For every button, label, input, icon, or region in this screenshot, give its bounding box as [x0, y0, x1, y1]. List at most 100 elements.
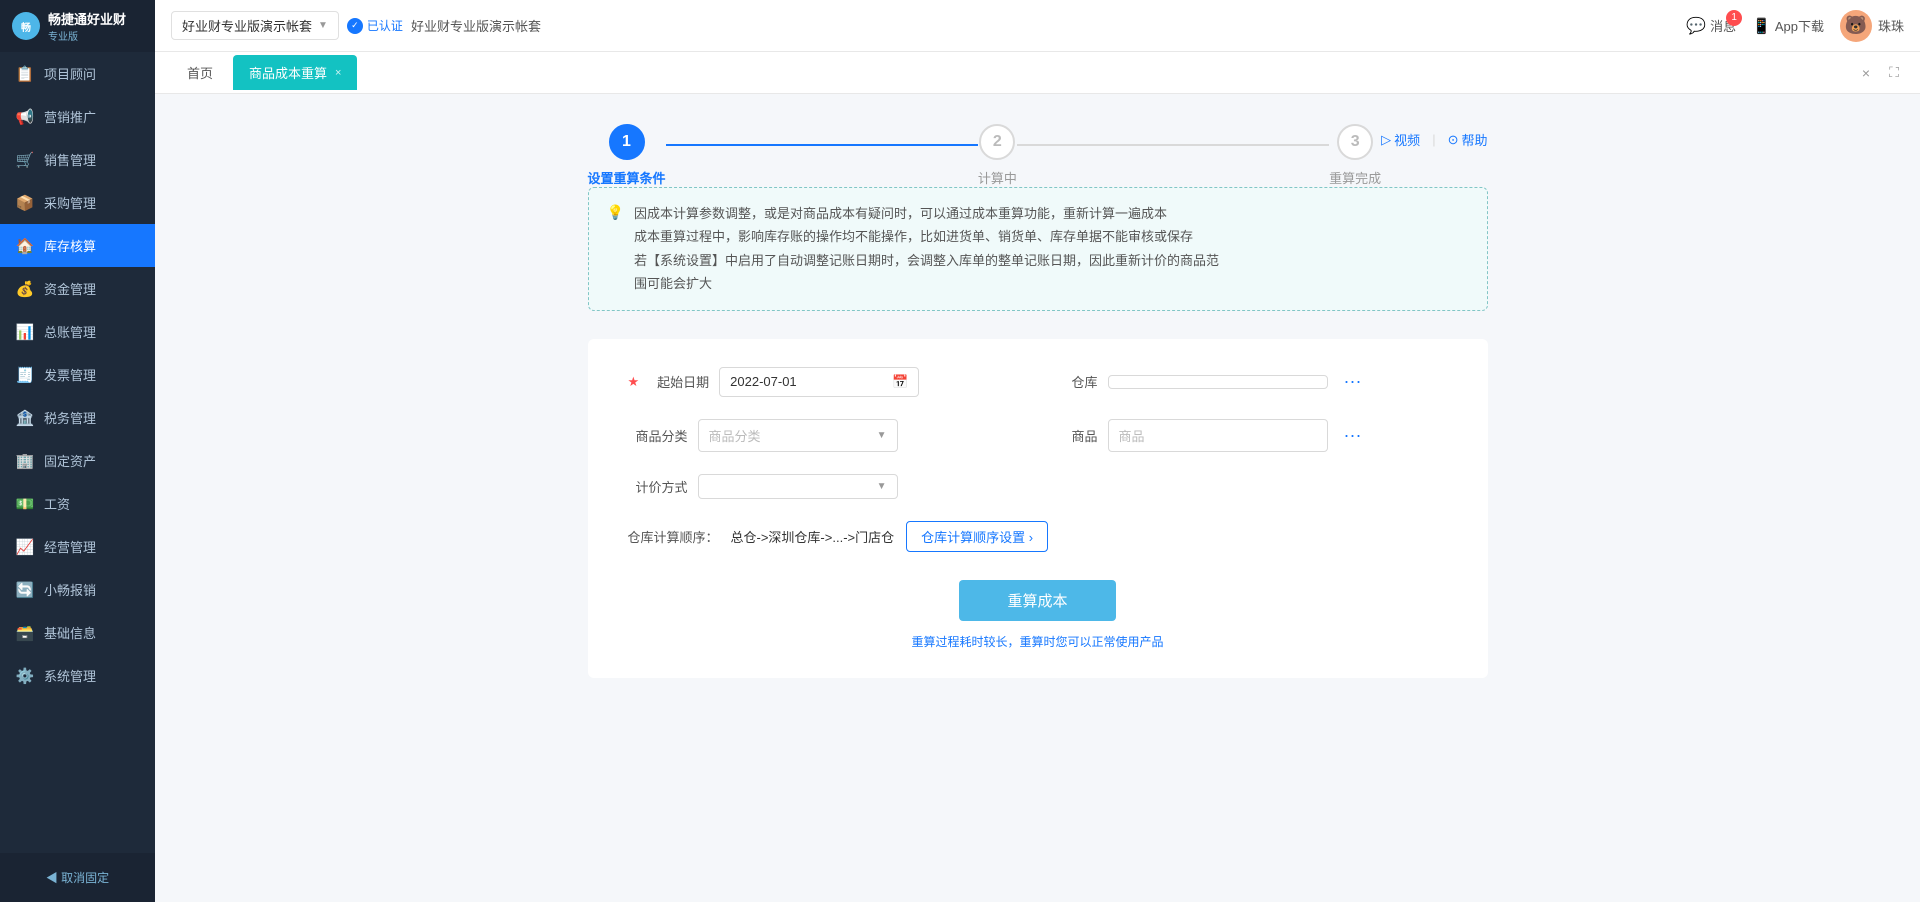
sidebar-item-marketing[interactable]: 📢 营销推广 — [0, 95, 155, 138]
price-method-field: 计价方式 ▼ — [628, 474, 1448, 499]
stepper-steps: 1 设置重算条件 2 计算中 3 重算完成 — [588, 124, 1382, 187]
sidebar-label-expense: 小畅报销 — [44, 580, 96, 599]
sidebar-icon-invoice: 🧾 — [16, 366, 34, 384]
content-area: 1 设置重算条件 2 计算中 3 重算完成 — [155, 94, 1920, 902]
cancel-fixed-button[interactable]: ◀ 取消固定 — [0, 861, 155, 894]
sidebar-label-invoice: 发票管理 — [44, 365, 96, 384]
sidebar-item-accounting[interactable]: 📊 总账管理 — [0, 310, 155, 353]
sidebar-item-purchase[interactable]: 📦 采购管理 — [0, 181, 155, 224]
close-window-button[interactable]: × — [1856, 63, 1876, 83]
sidebar-label-purchase: 采购管理 — [44, 193, 96, 212]
sidebar-item-invoice[interactable]: 🧾 发票管理 — [0, 353, 155, 396]
category-select[interactable]: 商品分类 ▼ — [698, 419, 898, 452]
recalc-cost-button[interactable]: 重算成本 — [959, 580, 1115, 621]
step-1-label: 设置重算条件 — [588, 168, 666, 187]
sidebar-icon-inventory: 🏠 — [16, 237, 34, 255]
sidebar-icon-sales: 🛒 — [16, 151, 34, 169]
step-3-circle: 3 — [1337, 124, 1373, 160]
tab-cost-recalc[interactable]: 商品成本重算 × — [233, 55, 357, 90]
tab-close-icon[interactable]: × — [335, 67, 341, 79]
start-date-field: ★ 起始日期 2022-07-01 📅 — [628, 367, 1038, 397]
notice-text: 因成本计算参数调整，或是对商品成本有疑问时，可以通过成本重算功能，重新计算一遍成… — [634, 202, 1219, 296]
sidebar-label-accounting: 总账管理 — [44, 322, 96, 341]
user-profile[interactable]: 🐻 珠珠 — [1840, 10, 1904, 42]
sidebar-item-inventory[interactable]: 🏠 库存核算 — [0, 224, 155, 267]
sidebar-icon-project: 📋 — [16, 65, 34, 83]
price-method-select[interactable]: ▼ — [698, 474, 898, 499]
sidebar-label-system: 系统管理 — [44, 666, 96, 685]
sidebar-icon-accounting: 📊 — [16, 323, 34, 341]
sidebar-label-project: 项目顾问 — [44, 64, 96, 83]
sidebar-label-basic: 基础信息 — [44, 623, 96, 642]
category-field: 商品分类 商品分类 ▼ — [628, 419, 1038, 452]
form-row-1: ★ 起始日期 2022-07-01 📅 仓库 ··· — [628, 367, 1448, 397]
sidebar-icon-operation: 📈 — [16, 538, 34, 556]
sidebar-scroll: 📋 项目顾问 📢 营销推广 🛒 销售管理 📦 采购管理 🏠 库存核算 💰 资金管… — [0, 52, 155, 853]
topbar-left: 好业财专业版演示帐套 ▼ ✓ 已认证 好业财专业版演示帐套 — [171, 11, 541, 40]
sidebar-item-assets[interactable]: 🏢 固定资产 — [0, 439, 155, 482]
message-button[interactable]: 💬 消息 1 — [1686, 16, 1736, 36]
message-icon: 💬 — [1686, 16, 1706, 36]
tab-home[interactable]: 首页 — [171, 55, 229, 90]
step-2-label: 计算中 — [978, 168, 1017, 187]
warehouse-order-settings-button[interactable]: 仓库计算顺序设置 › — [906, 521, 1048, 552]
sidebar-bottom: ◀ 取消固定 — [0, 853, 155, 902]
product-label: 商品 — [1038, 426, 1098, 445]
sidebar-icon-marketing: 📢 — [16, 108, 34, 126]
sidebar-item-system[interactable]: ⚙️ 系统管理 — [0, 654, 155, 697]
sidebar-logo: 畅 — [12, 12, 40, 40]
warehouse-order-row: 仓库计算顺序： 总仓->深圳仓库->...->门店仓 仓库计算顺序设置 › — [628, 521, 1448, 552]
sidebar-icon-purchase: 📦 — [16, 194, 34, 212]
step-2: 2 计算中 — [978, 124, 1017, 187]
warehouse-order-value: 总仓->深圳仓库->...->门店仓 — [731, 527, 895, 546]
product-input[interactable]: 商品 — [1108, 419, 1328, 452]
expand-window-button[interactable]: ⛶ — [1884, 63, 1904, 83]
sidebar-header: 畅 畅捷通好业财 专业版 — [0, 0, 155, 52]
sidebar-item-salary[interactable]: 💵 工资 — [0, 482, 155, 525]
step-3-label: 重算完成 — [1329, 168, 1381, 187]
start-date-input[interactable]: 2022-07-01 📅 — [719, 367, 919, 397]
form-row-3: 计价方式 ▼ — [628, 474, 1448, 499]
sidebar-item-finance[interactable]: 💰 资金管理 — [0, 267, 155, 310]
start-date-label: 起始日期 — [649, 372, 709, 391]
sidebar-item-operation[interactable]: 📈 经营管理 — [0, 525, 155, 568]
calendar-icon: 📅 — [892, 374, 908, 390]
video-link[interactable]: ▷ 视频 — [1381, 130, 1420, 149]
warehouse-dots-icon[interactable]: ··· — [1338, 371, 1368, 392]
sidebar-icon-tax: 🏦 — [16, 409, 34, 427]
warehouse-order-label: 仓库计算顺序： — [628, 527, 719, 546]
tabbar: 首页 商品成本重算 × × ⛶ — [155, 52, 1920, 94]
sidebar-item-basic[interactable]: 🗃️ 基础信息 — [0, 611, 155, 654]
sidebar-label-salary: 工资 — [44, 494, 70, 513]
stepper-row: 1 设置重算条件 2 计算中 3 重算完成 — [588, 124, 1488, 187]
account-name-display: 好业财专业版演示帐套 — [411, 16, 541, 35]
stepper-help: ▷ 视频 | ⊙ 帮助 — [1381, 124, 1487, 149]
sidebar-label-finance: 资金管理 — [44, 279, 96, 298]
window-controls: × ⛶ — [1856, 63, 1904, 83]
sidebar-icon-assets: 🏢 — [16, 452, 34, 470]
notice-icon: 💡 — [607, 204, 624, 296]
sidebar-label-tax: 税务管理 — [44, 408, 96, 427]
app-download-button[interactable]: 📱 App下载 — [1752, 16, 1824, 35]
warehouse-field: 仓库 ··· — [1038, 371, 1448, 392]
account-selector[interactable]: 好业财专业版演示帐套 ▼ — [171, 11, 339, 40]
warehouse-input[interactable] — [1108, 375, 1328, 389]
sidebar-item-project[interactable]: 📋 项目顾问 — [0, 52, 155, 95]
topbar-right: 💬 消息 1 📱 App下载 🐻 珠珠 — [1686, 10, 1904, 42]
chevron-down-icon: ▼ — [877, 430, 887, 441]
form-row-2: 商品分类 商品分类 ▼ 商品 商品 ··· — [628, 419, 1448, 452]
sidebar-item-expense[interactable]: 🔄 小畅报销 — [0, 568, 155, 611]
sidebar-item-tax[interactable]: 🏦 税务管理 — [0, 396, 155, 439]
form-section: ★ 起始日期 2022-07-01 📅 仓库 ··· — [588, 339, 1488, 678]
product-dots-icon[interactable]: ··· — [1338, 425, 1368, 446]
sidebar-icon-salary: 💵 — [16, 495, 34, 513]
verified-badge: ✓ 已认证 — [347, 17, 403, 34]
sidebar-item-sales[interactable]: 🛒 销售管理 — [0, 138, 155, 181]
verified-icon: ✓ — [347, 18, 363, 34]
sidebar-label-sales: 销售管理 — [44, 150, 96, 169]
sidebar-label-operation: 经营管理 — [44, 537, 96, 556]
help-link[interactable]: ⊙ 帮助 — [1448, 130, 1488, 149]
content-inner: 1 设置重算条件 2 计算中 3 重算完成 — [588, 124, 1488, 678]
required-star: ★ — [628, 374, 640, 390]
message-badge: 1 — [1726, 10, 1742, 26]
